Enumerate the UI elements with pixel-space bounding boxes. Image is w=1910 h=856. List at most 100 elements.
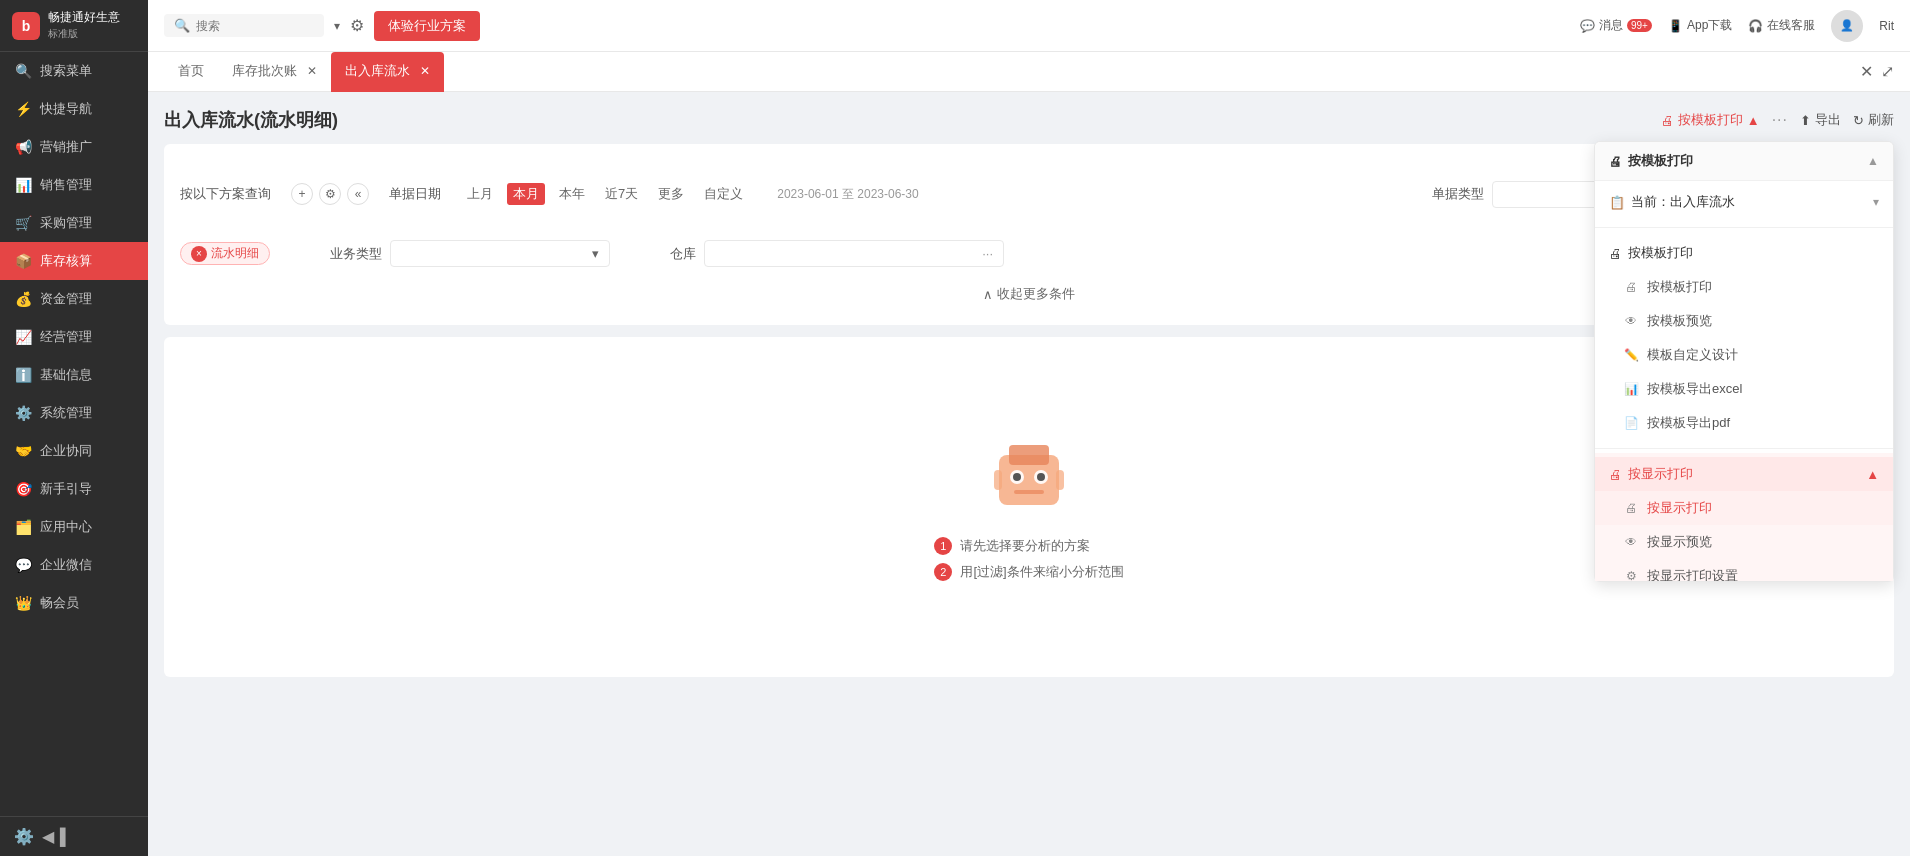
topbar-gear-icon[interactable]: ⚙ bbox=[350, 16, 364, 35]
message-label: 消息 bbox=[1599, 17, 1623, 34]
date-tab-this-month[interactable]: 本月 bbox=[507, 183, 545, 205]
date-tab-custom[interactable]: 自定义 bbox=[698, 183, 749, 205]
refresh-button[interactable]: ↻ 刷新 bbox=[1853, 111, 1894, 129]
sidebar-label-shortcut: 快捷导航 bbox=[40, 100, 92, 118]
collapse-filter-icon[interactable]: « bbox=[347, 183, 369, 205]
sidebar-label-inventory: 库存核算 bbox=[40, 252, 92, 270]
sidebar-item-system[interactable]: ⚙️ 系统管理 bbox=[0, 394, 148, 432]
sidebar-label-purchase: 采购管理 bbox=[40, 214, 92, 232]
online-service-button[interactable]: 🎧 在线客服 bbox=[1748, 17, 1815, 34]
flow-detail-tag[interactable]: × 流水明细 bbox=[180, 242, 270, 265]
message-badge: 99+ bbox=[1627, 19, 1652, 32]
dropdown-collapse-arrow[interactable]: ▲ bbox=[1867, 154, 1879, 168]
sidebar-collapse-icon[interactable]: ◀▐ bbox=[42, 827, 65, 846]
sidebar-item-inventory[interactable]: 📦 库存核算 bbox=[0, 242, 148, 280]
warehouse-select[interactable]: ··· bbox=[704, 240, 1004, 267]
display-print-item-icon: 🖨 bbox=[1623, 500, 1639, 516]
warehouse-label: 仓库 bbox=[670, 245, 696, 263]
sidebar-item-basic[interactable]: ℹ️ 基础信息 bbox=[0, 356, 148, 394]
sidebar-label-marketing: 营销推广 bbox=[40, 138, 92, 156]
page-header: 出入库流水(流水明细) 🖨 按模板打印 ▲ bbox=[164, 108, 1894, 132]
search-input[interactable] bbox=[196, 19, 314, 33]
avatar: 👤 bbox=[1831, 10, 1863, 42]
username[interactable]: Rit bbox=[1879, 19, 1894, 33]
print-dropdown-panel: 🖨 按模板打印 ▲ 📋 当前：出入库流水 bbox=[1594, 141, 1894, 582]
empty-steps: 1 请先选择要分析的方案 2 用[过滤]条件来缩小分析范围 bbox=[934, 537, 1123, 589]
template-preview-item[interactable]: 👁 按模板预览 bbox=[1595, 304, 1893, 338]
tab-flow-close[interactable]: ✕ bbox=[420, 64, 430, 78]
sidebar-label-system: 系统管理 bbox=[40, 404, 92, 422]
message-button[interactable]: 💬 消息 99+ bbox=[1580, 17, 1652, 34]
template-print-section-icon: 🖨 bbox=[1609, 246, 1622, 261]
sidebar-item-finance[interactable]: 💰 资金管理 bbox=[0, 280, 148, 318]
template-export-pdf-item[interactable]: 📄 按模板导出pdf bbox=[1595, 406, 1893, 440]
add-filter-icon[interactable]: + bbox=[291, 183, 313, 205]
sidebar-label-operation: 经营管理 bbox=[40, 328, 92, 346]
tab-home[interactable]: 首页 bbox=[164, 52, 218, 92]
display-print-item[interactable]: 🖨 按显示打印 bbox=[1595, 491, 1893, 525]
sidebar: b 畅捷通好生意 标准版 🔍 搜索菜单 ⚡ 快捷导航 📢 营销推广 📊 销售管理… bbox=[0, 0, 148, 856]
sidebar-label-search: 搜索菜单 bbox=[40, 62, 92, 80]
topbar-search-box[interactable]: 🔍 bbox=[164, 14, 324, 37]
tab-batch[interactable]: 库存批次账 ✕ bbox=[218, 52, 331, 92]
svg-point-4 bbox=[1013, 473, 1021, 481]
sidebar-item-purchase[interactable]: 🛒 采购管理 bbox=[0, 204, 148, 242]
tab-expand-icon[interactable]: ⤢ bbox=[1881, 62, 1894, 81]
sidebar-item-search[interactable]: 🔍 搜索菜单 bbox=[0, 52, 148, 90]
sidebar-item-vip[interactable]: 👑 畅会员 bbox=[0, 584, 148, 622]
sidebar-icon-sales: 📊 bbox=[14, 176, 32, 194]
trial-button[interactable]: 体验行业方案 bbox=[374, 11, 480, 41]
sidebar-icon-operation: 📈 bbox=[14, 328, 32, 346]
date-tab-7days[interactable]: 近7天 bbox=[599, 183, 644, 205]
page-header-actions: 🖨 按模板打印 ▲ 📋 当前：出入库流水 bbox=[1661, 111, 1894, 129]
topbar-search-dropdown[interactable]: ▾ bbox=[334, 19, 340, 33]
headset-icon: 🎧 bbox=[1748, 19, 1763, 33]
display-print-settings-item[interactable]: ⚙ 按显示打印设置 bbox=[1595, 559, 1893, 581]
sidebar-item-marketing[interactable]: 📢 营销推广 bbox=[0, 128, 148, 166]
sidebar-settings-icon[interactable]: ⚙️ bbox=[14, 827, 34, 846]
collapse-label: 收起更多条件 bbox=[997, 285, 1075, 303]
template-print-item[interactable]: 🖨 按模板打印 bbox=[1595, 270, 1893, 304]
export-button[interactable]: ⬆ 导出 bbox=[1800, 111, 1841, 129]
display-preview-icon: 👁 bbox=[1623, 534, 1639, 550]
date-tab-this-year[interactable]: 本年 bbox=[553, 183, 591, 205]
sidebar-item-operation[interactable]: 📈 经营管理 bbox=[0, 318, 148, 356]
step-2-text: 用[过滤]条件来缩小分析范围 bbox=[960, 563, 1123, 581]
sidebar-item-guide[interactable]: 🎯 新手引导 bbox=[0, 470, 148, 508]
more-options-icon[interactable]: ··· bbox=[1772, 111, 1788, 129]
display-print-settings-icon: ⚙ bbox=[1623, 568, 1639, 581]
settings-filter-icon[interactable]: ⚙ bbox=[319, 183, 341, 205]
sidebar-item-wechat[interactable]: 💬 企业微信 bbox=[0, 546, 148, 584]
online-service-label: 在线客服 bbox=[1767, 17, 1815, 34]
tab-flow[interactable]: 出入库流水 ✕ bbox=[331, 52, 444, 92]
display-print-section-header: 🖨 按显示打印 ▲ bbox=[1595, 457, 1893, 491]
dropdown-current-header: 📋 当前：出入库流水 ▾ bbox=[1595, 185, 1893, 219]
template-export-excel-icon: 📊 bbox=[1623, 381, 1639, 397]
tag-remove-icon[interactable]: × bbox=[191, 246, 207, 262]
template-export-excel-item[interactable]: 📊 按模板导出excel bbox=[1595, 372, 1893, 406]
sidebar-icon-inventory: 📦 bbox=[14, 252, 32, 270]
print-icon: 🖨 bbox=[1609, 154, 1622, 169]
app-name-block: 畅捷通好生意 标准版 bbox=[48, 10, 120, 41]
tab-batch-close[interactable]: ✕ bbox=[307, 64, 317, 78]
divider-1 bbox=[1595, 227, 1893, 228]
sidebar-item-sales[interactable]: 📊 销售管理 bbox=[0, 166, 148, 204]
sidebar-icon-search: 🔍 bbox=[14, 62, 32, 80]
sidebar-icon-app_center: 🗂️ bbox=[14, 518, 32, 536]
sidebar-item-shortcut[interactable]: ⚡ 快捷导航 bbox=[0, 90, 148, 128]
app-download-button[interactable]: 📱 App下载 bbox=[1668, 17, 1732, 34]
display-preview-item[interactable]: 👁 按显示预览 bbox=[1595, 525, 1893, 559]
svg-rect-6 bbox=[1014, 490, 1044, 494]
biz-type-select[interactable]: ▾ bbox=[390, 240, 610, 267]
current-icon: 📋 bbox=[1609, 195, 1625, 210]
date-tabs: 上月 本月 本年 近7天 更多 自定义 bbox=[461, 183, 749, 205]
tab-close-window-icon[interactable]: ✕ bbox=[1860, 62, 1873, 81]
sidebar-item-enterprise[interactable]: 🤝 企业协同 bbox=[0, 432, 148, 470]
sidebar-item-app_center[interactable]: 🗂️ 应用中心 bbox=[0, 508, 148, 546]
date-tab-last-month[interactable]: 上月 bbox=[461, 183, 499, 205]
print-button[interactable]: 🖨 按模板打印 ▲ bbox=[1661, 111, 1760, 129]
sidebar-label-guide: 新手引导 bbox=[40, 480, 92, 498]
date-tab-more[interactable]: 更多 bbox=[652, 183, 690, 205]
template-custom-item[interactable]: ✏️ 模板自定义设计 bbox=[1595, 338, 1893, 372]
sidebar-icon-system: ⚙️ bbox=[14, 404, 32, 422]
